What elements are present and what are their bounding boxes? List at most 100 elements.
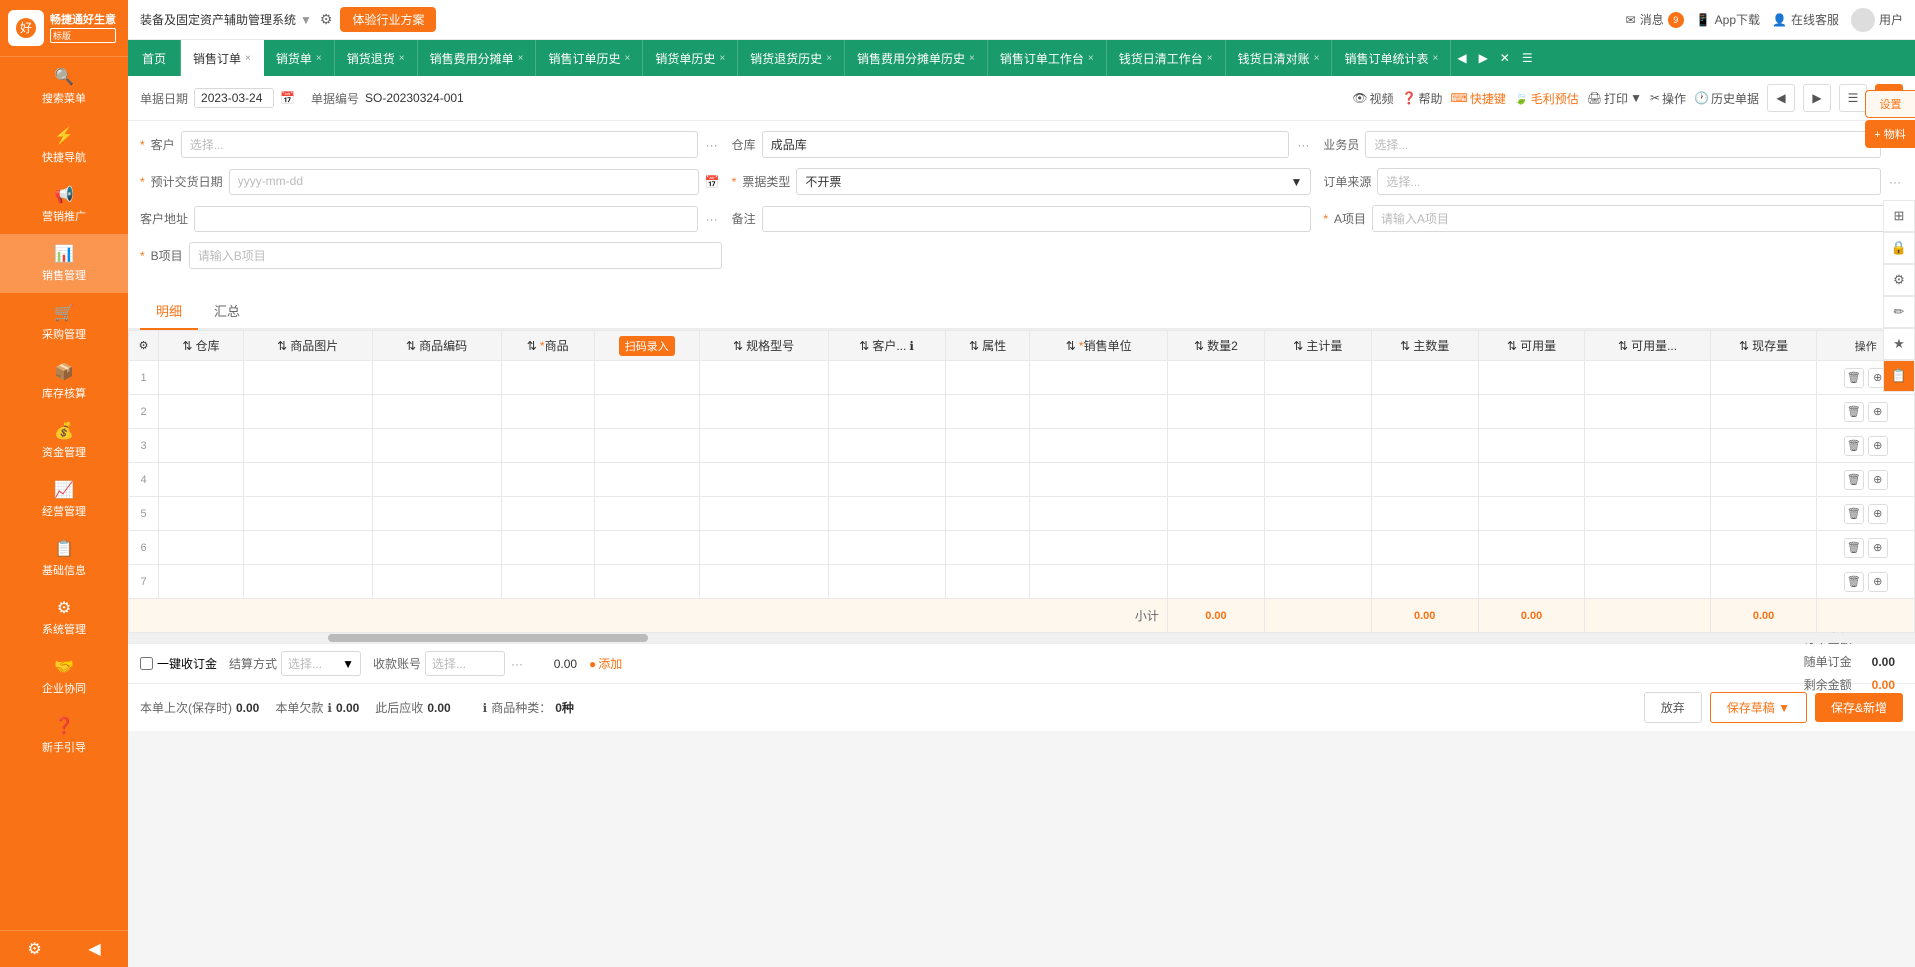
row-image[interactable] xyxy=(243,429,372,463)
add-material-btn[interactable]: + 物料 xyxy=(1865,120,1915,148)
tab-daily-reconciliation[interactable]: 钱货日清对账 × xyxy=(1226,40,1333,76)
app-download-btn[interactable]: 📱 App下载 xyxy=(1696,11,1760,28)
address-input[interactable] xyxy=(194,206,698,232)
row-available[interactable] xyxy=(1478,361,1585,395)
row-copy-btn[interactable]: ⊕ xyxy=(1868,538,1888,558)
row-available[interactable] xyxy=(1478,531,1585,565)
row-delete-btn[interactable]: 🗑 xyxy=(1844,436,1864,456)
row-code[interactable] xyxy=(372,395,501,429)
row-code[interactable] xyxy=(372,429,501,463)
row-available[interactable] xyxy=(1478,497,1585,531)
row-unit[interactable] xyxy=(1030,565,1167,599)
user-menu[interactable]: 用户 xyxy=(1851,8,1903,32)
row-main-unit[interactable] xyxy=(1264,395,1371,429)
tab-close-icon[interactable]: × xyxy=(1088,53,1094,64)
messages-btn[interactable]: ✉ 消息 9 xyxy=(1626,11,1684,28)
row-customer-code[interactable] xyxy=(828,395,945,429)
shortcut-btn[interactable]: ⌨ 快捷键 xyxy=(1451,90,1506,107)
tab-sales-workbench[interactable]: 销售订单工作台 × xyxy=(988,40,1107,76)
row-available[interactable] xyxy=(1478,565,1585,599)
row-attr[interactable] xyxy=(945,565,1030,599)
row-spec[interactable] xyxy=(699,463,828,497)
row-product[interactable] xyxy=(501,531,594,565)
sidebar-item-purchase[interactable]: 🛒 采购管理 xyxy=(0,293,128,352)
bank-input[interactable]: 选择... xyxy=(425,651,505,676)
tab-prev-btn[interactable]: ◀ xyxy=(1451,40,1472,76)
row-warehouse[interactable] xyxy=(159,497,244,531)
payment-method-input[interactable]: 选择... ▼ xyxy=(281,651,361,676)
row-warehouse[interactable] xyxy=(159,395,244,429)
row-attr[interactable] xyxy=(945,463,1030,497)
view-btn[interactable]: 👁 视频 xyxy=(1352,90,1393,107)
operate-btn[interactable]: ✂ 操作 xyxy=(1650,90,1686,107)
row-spec[interactable] xyxy=(699,429,828,463)
row-spec[interactable] xyxy=(699,395,828,429)
next-record-btn[interactable]: ▶ xyxy=(1803,84,1831,112)
sidebar-item-basic-info[interactable]: 📋 基础信息 xyxy=(0,529,128,588)
row-attr[interactable] xyxy=(945,497,1030,531)
row-copy-btn[interactable]: ⊕ xyxy=(1868,402,1888,422)
sidebar-item-search[interactable]: 🔍 搜索菜单 xyxy=(0,57,128,116)
tab-expense-history[interactable]: 销售费用分摊单历史 × xyxy=(845,40,988,76)
row-main-qty[interactable] xyxy=(1371,531,1478,565)
tab-sales-expense[interactable]: 销售费用分摊单 × xyxy=(418,40,537,76)
help-btn[interactable]: ❓ 帮助 xyxy=(1402,90,1443,107)
rf-btn-3[interactable]: ⚙ xyxy=(1883,264,1915,296)
tab-close-icon[interactable]: × xyxy=(518,53,524,64)
row-product[interactable] xyxy=(501,395,594,429)
row-available2[interactable] xyxy=(1585,463,1710,497)
row-unit[interactable] xyxy=(1030,463,1167,497)
table-scrollbar[interactable] xyxy=(128,633,1915,643)
tab-close-icon[interactable]: × xyxy=(969,53,975,64)
row-unit[interactable] xyxy=(1030,497,1167,531)
tab-close-icon[interactable]: × xyxy=(316,53,322,64)
save-new-btn[interactable]: 保存&新增 xyxy=(1815,693,1903,722)
tab-sales-order[interactable]: 销售订单 × xyxy=(181,40,264,76)
settings-bottom-btn[interactable]: ⚙ xyxy=(27,939,41,959)
row-code[interactable] xyxy=(372,463,501,497)
row-warehouse[interactable] xyxy=(159,565,244,599)
warehouse-more-btn[interactable]: ··· xyxy=(1295,138,1311,152)
topbar-settings-icon[interactable]: ⚙ xyxy=(320,11,333,28)
row-stock[interactable] xyxy=(1710,361,1817,395)
tab-sales-order-history[interactable]: 销售订单历史 × xyxy=(536,40,643,76)
row-code[interactable] xyxy=(372,497,501,531)
row-code[interactable] xyxy=(372,531,501,565)
settings-panel-btn[interactable]: 设置 xyxy=(1865,90,1915,118)
row-available2[interactable] xyxy=(1585,395,1710,429)
delivery-input[interactable]: yyyy-mm-dd xyxy=(229,169,699,195)
row-stock[interactable] xyxy=(1710,497,1817,531)
row-product[interactable] xyxy=(501,463,594,497)
sidebar-item-quick-nav[interactable]: ⚡ 快捷导航 xyxy=(0,116,128,175)
quick-checkout-checkbox[interactable]: 一键收订金 xyxy=(140,655,217,672)
profit-btn[interactable]: 🍃 毛利预估 xyxy=(1514,90,1579,107)
row-spec[interactable] xyxy=(699,565,828,599)
sidebar-item-operations[interactable]: 📈 经营管理 xyxy=(0,470,128,529)
row-main-qty[interactable] xyxy=(1371,361,1478,395)
row-delete-btn[interactable]: 🗑 xyxy=(1844,470,1864,490)
sidebar-item-finance[interactable]: 💰 资金管理 xyxy=(0,411,128,470)
row-available2[interactable] xyxy=(1585,497,1710,531)
customer-input[interactable]: 选择... xyxy=(181,131,698,158)
row-available[interactable] xyxy=(1478,463,1585,497)
tab-close-icon[interactable]: × xyxy=(826,53,832,64)
tab-close-icon[interactable]: × xyxy=(719,53,725,64)
row-delete-btn[interactable]: 🗑 xyxy=(1844,504,1864,524)
row-main-qty[interactable] xyxy=(1371,497,1478,531)
row-main-qty[interactable] xyxy=(1371,395,1478,429)
row-qty2[interactable] xyxy=(1167,565,1264,599)
row-main-unit[interactable] xyxy=(1264,565,1371,599)
delivery-calendar-icon[interactable]: 📅 xyxy=(705,175,720,189)
row-product[interactable] xyxy=(501,497,594,531)
row-main-unit[interactable] xyxy=(1264,531,1371,565)
row-stock[interactable] xyxy=(1710,531,1817,565)
row-stock[interactable] xyxy=(1710,429,1817,463)
row-stock[interactable] xyxy=(1710,565,1817,599)
row-main-qty[interactable] xyxy=(1371,429,1478,463)
save-draft-btn[interactable]: 保存草稿 ▼ xyxy=(1710,692,1807,723)
row-unit[interactable] xyxy=(1030,429,1167,463)
warehouse-input[interactable]: 成品库 xyxy=(762,131,1290,158)
sidebar-item-guide[interactable]: ❓ 新手引导 xyxy=(0,706,128,765)
row-spec[interactable] xyxy=(699,361,828,395)
tab-detail[interactable]: 明细 xyxy=(140,293,198,330)
